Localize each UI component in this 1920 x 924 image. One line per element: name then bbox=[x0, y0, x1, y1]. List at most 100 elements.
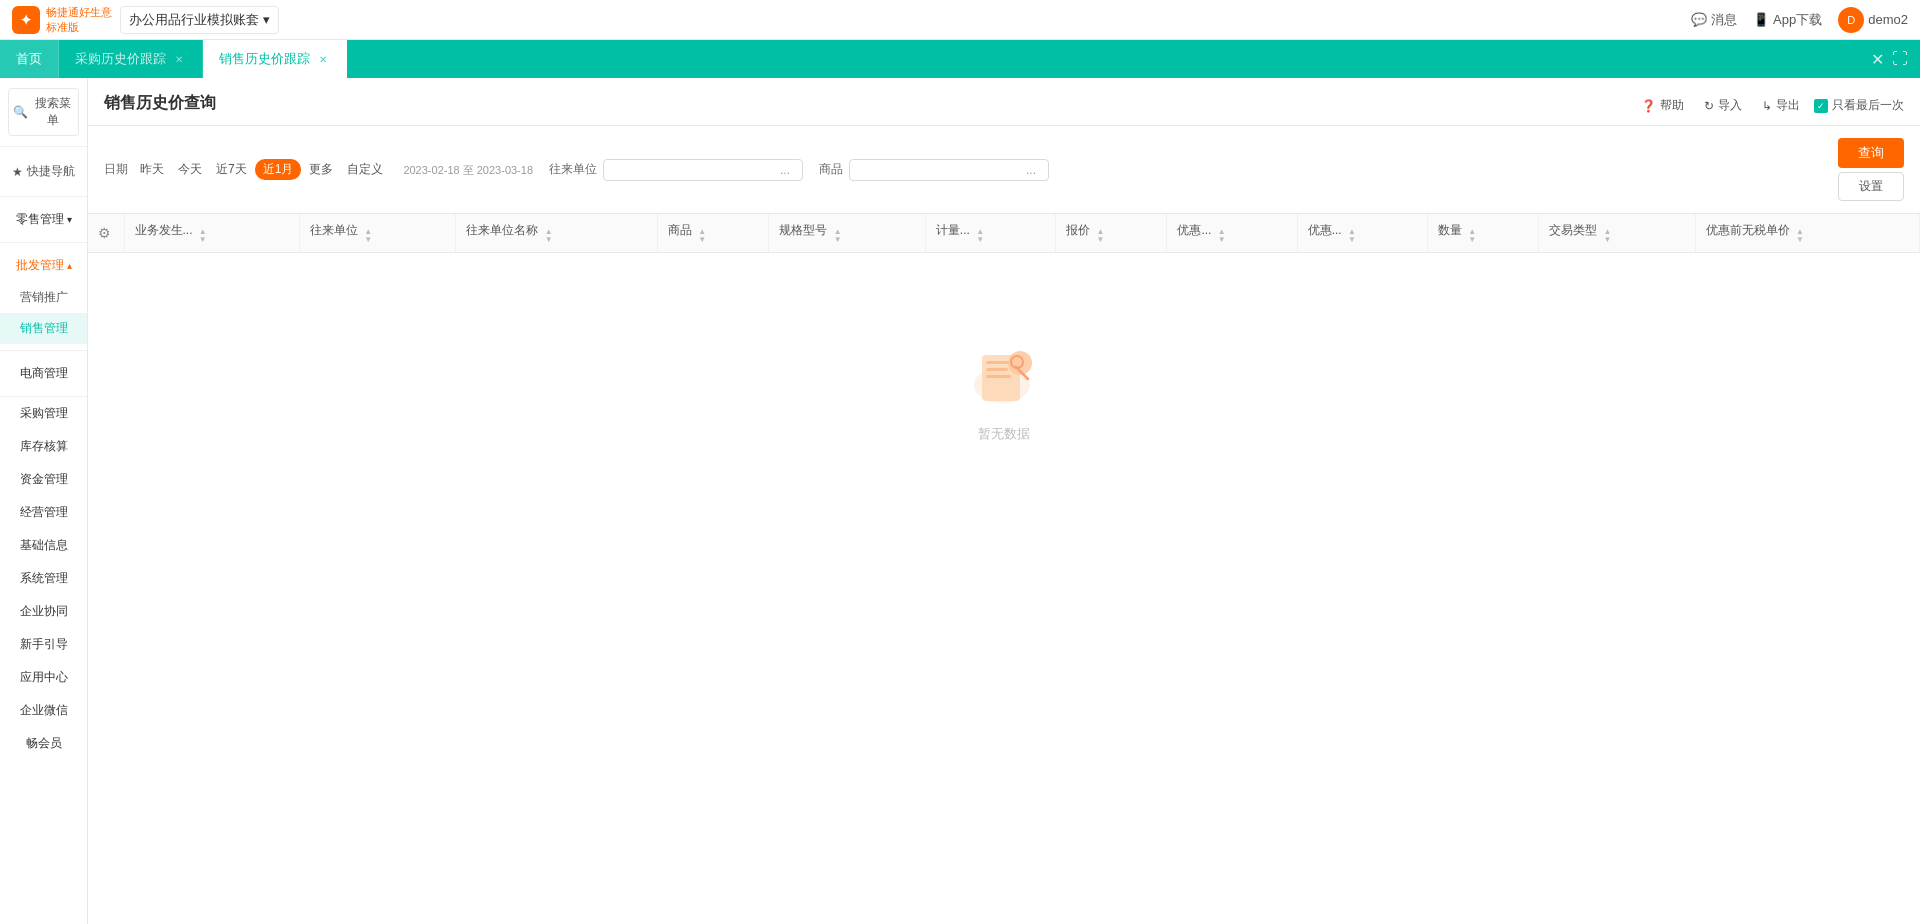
tab-bar-right: ✕ ⛶ bbox=[1871, 50, 1920, 69]
th-biz-date[interactable]: 业务发生... ▲▼ bbox=[124, 214, 299, 253]
export-btn[interactable]: ↳ 导出 bbox=[1756, 94, 1806, 117]
th-goods[interactable]: 商品 ▲▼ bbox=[657, 214, 768, 253]
main-layout: 🔍 搜索菜单 ★ 快捷导航 零售管理 ▾ 批发管理 ▴ 营销推广 bbox=[0, 78, 1920, 924]
help-icon: ❓ bbox=[1641, 99, 1656, 113]
th-partner-name[interactable]: 往来单位名称 ▲▼ bbox=[456, 214, 658, 253]
th-discount2[interactable]: 优惠... ▲▼ bbox=[1297, 214, 1427, 253]
date-btn-yesterday[interactable]: 昨天 bbox=[134, 159, 170, 180]
goods-filter-group: 商品 ... bbox=[819, 159, 1049, 181]
retail-label: 零售管理 bbox=[16, 211, 64, 228]
th-pre-tax-price[interactable]: 优惠前无税单价 ▲▼ bbox=[1695, 214, 1919, 253]
sidebar-ecommerce-section: 电商管理 bbox=[0, 351, 87, 397]
export-label: 导出 bbox=[1776, 97, 1800, 114]
query-button[interactable]: 查询 bbox=[1838, 138, 1904, 168]
th-quote[interactable]: 报价 ▲▼ bbox=[1056, 214, 1167, 253]
avatar-text: D bbox=[1847, 14, 1855, 26]
date-btn-1month[interactable]: 近1月 bbox=[255, 159, 302, 180]
th-gear: ⚙ bbox=[88, 214, 124, 253]
sidebar-item-guide[interactable]: 新手引导 bbox=[0, 628, 87, 661]
sidebar-shortcut-item[interactable]: ★ 快捷导航 bbox=[0, 155, 87, 188]
th-goods-label: 商品 bbox=[668, 223, 692, 237]
th-partner-code[interactable]: 往来单位 ▲▼ bbox=[299, 214, 456, 253]
app-download-btn[interactable]: 📱 App下载 bbox=[1753, 11, 1822, 29]
sidebar-item-purchase[interactable]: 采购管理 bbox=[0, 397, 87, 430]
th-qty-label: 数量 bbox=[1438, 223, 1462, 237]
sidebar-item-sales[interactable]: 销售管理 bbox=[0, 313, 87, 344]
sort-arrows-qty: ▲▼ bbox=[1468, 228, 1476, 244]
date-btn-more[interactable]: 更多 bbox=[303, 159, 339, 180]
sidebar-item-member[interactable]: 畅会员 bbox=[0, 727, 87, 760]
table-body: 暂无数据 bbox=[88, 253, 1920, 524]
tab-home[interactable]: 首页 bbox=[0, 40, 59, 78]
sidebar-item-system[interactable]: 系统管理 bbox=[0, 562, 87, 595]
date-btn-custom[interactable]: 自定义 bbox=[341, 159, 389, 180]
tab-close-all-btn[interactable]: ✕ bbox=[1871, 50, 1884, 69]
sort-arrows-trade-type: ▲▼ bbox=[1604, 228, 1612, 244]
sidebar-item-operations[interactable]: 经营管理 bbox=[0, 496, 87, 529]
tab-maximize-btn[interactable]: ⛶ bbox=[1892, 50, 1908, 68]
only-last-checkbox-label[interactable]: 只看最后一次 bbox=[1814, 97, 1904, 114]
th-quote-label: 报价 bbox=[1066, 223, 1090, 237]
th-partner-name-label: 往来单位名称 bbox=[466, 223, 538, 237]
sidebar-item-basic[interactable]: 基础信息 bbox=[0, 529, 87, 562]
tab-purchase-history[interactable]: 采购历史价跟踪 ✕ bbox=[59, 40, 203, 78]
app-selector[interactable]: 办公用品行业模拟账套 ▾ bbox=[120, 6, 279, 34]
sidebar-item-marketing[interactable]: 营销推广 bbox=[0, 282, 87, 313]
partner-input-dots[interactable]: ... bbox=[776, 163, 794, 177]
sidebar-item-ecommerce[interactable]: 电商管理 bbox=[0, 357, 87, 390]
message-icon: 💬 bbox=[1691, 12, 1707, 27]
purchase-label: 采购管理 bbox=[20, 405, 68, 422]
chevron-down-icon: ▾ bbox=[263, 12, 270, 27]
settings-button[interactable]: 设置 bbox=[1838, 172, 1904, 201]
svg-rect-4 bbox=[986, 375, 1011, 378]
partner-filter-input[interactable]: ... bbox=[603, 159, 803, 181]
help-label: 帮助 bbox=[1660, 97, 1684, 114]
th-spec[interactable]: 规格型号 ▲▼ bbox=[769, 214, 926, 253]
th-discount2-label: 优惠... bbox=[1308, 223, 1342, 237]
cooperation-label: 企业协同 bbox=[20, 603, 68, 620]
goods-filter-input[interactable]: ... bbox=[849, 159, 1049, 181]
search-menu-btn[interactable]: 🔍 搜索菜单 bbox=[8, 88, 79, 136]
content-area: 销售历史价查询 ❓ 帮助 ↻ 导入 ↳ 导出 bbox=[88, 78, 1920, 924]
sort-arrows-discount2: ▲▼ bbox=[1348, 228, 1356, 244]
th-discount1[interactable]: 优惠... ▲▼ bbox=[1167, 214, 1297, 253]
sidebar-item-cooperation[interactable]: 企业协同 bbox=[0, 595, 87, 628]
date-filter-label: 日期 bbox=[104, 161, 128, 178]
sidebar-item-finance[interactable]: 资金管理 bbox=[0, 463, 87, 496]
help-btn[interactable]: ❓ 帮助 bbox=[1635, 94, 1690, 117]
import-btn[interactable]: ↻ 导入 bbox=[1698, 94, 1748, 117]
logo-area: ✦ 畅捷通好生意 标准版 bbox=[12, 5, 112, 34]
sales-tab-close[interactable]: ✕ bbox=[316, 52, 330, 66]
only-last-checkbox[interactable] bbox=[1814, 99, 1828, 113]
message-btn[interactable]: 💬 消息 bbox=[1691, 11, 1737, 29]
retail-arrow-icon: ▾ bbox=[67, 214, 72, 225]
date-filter-group: 日期 昨天 今天 近7天 近1月 更多 自定义 2023-02-18 至 202… bbox=[104, 159, 533, 180]
message-label: 消息 bbox=[1711, 11, 1737, 29]
sidebar-search-area: 🔍 搜索菜单 bbox=[0, 78, 87, 147]
goods-input-dots[interactable]: ... bbox=[1022, 163, 1040, 177]
sidebar: 🔍 搜索菜单 ★ 快捷导航 零售管理 ▾ 批发管理 ▴ 营销推广 bbox=[0, 78, 88, 924]
date-btn-today[interactable]: 今天 bbox=[172, 159, 208, 180]
sidebar-item-wholesale[interactable]: 批发管理 ▴ bbox=[0, 249, 87, 282]
search-icon: 🔍 bbox=[13, 105, 28, 119]
sidebar-item-retail[interactable]: 零售管理 ▾ bbox=[0, 203, 87, 236]
th-unit[interactable]: 计量... ▲▼ bbox=[925, 214, 1055, 253]
th-trade-type[interactable]: 交易类型 ▲▼ bbox=[1539, 214, 1696, 253]
sidebar-item-wechat[interactable]: 企业微信 bbox=[0, 694, 87, 727]
search-menu-label: 搜索菜单 bbox=[31, 95, 74, 129]
sidebar-item-app-center[interactable]: 应用中心 bbox=[0, 661, 87, 694]
date-btn-7days[interactable]: 近7天 bbox=[210, 159, 253, 180]
logo-symbol: ✦ bbox=[20, 12, 32, 28]
table-settings-icon[interactable]: ⚙ bbox=[98, 225, 111, 241]
th-qty[interactable]: 数量 ▲▼ bbox=[1427, 214, 1538, 253]
sidebar-item-inventory[interactable]: 库存核算 bbox=[0, 430, 87, 463]
wechat-label: 企业微信 bbox=[20, 702, 68, 719]
user-menu[interactable]: D demo2 bbox=[1838, 7, 1908, 33]
purchase-tab-close[interactable]: ✕ bbox=[172, 52, 186, 66]
tab-sales-history[interactable]: 销售历史价跟踪 ✕ bbox=[203, 40, 347, 78]
sort-arrows-biz-date: ▲▼ bbox=[199, 228, 207, 244]
table-container: ⚙ 业务发生... ▲▼ 往来单位 ▲▼ 往来单位名称 ▲▼ bbox=[88, 214, 1920, 924]
empty-state-row: 暂无数据 bbox=[88, 253, 1920, 524]
star-icon: ★ bbox=[12, 165, 23, 179]
th-unit-label: 计量... bbox=[936, 223, 970, 237]
